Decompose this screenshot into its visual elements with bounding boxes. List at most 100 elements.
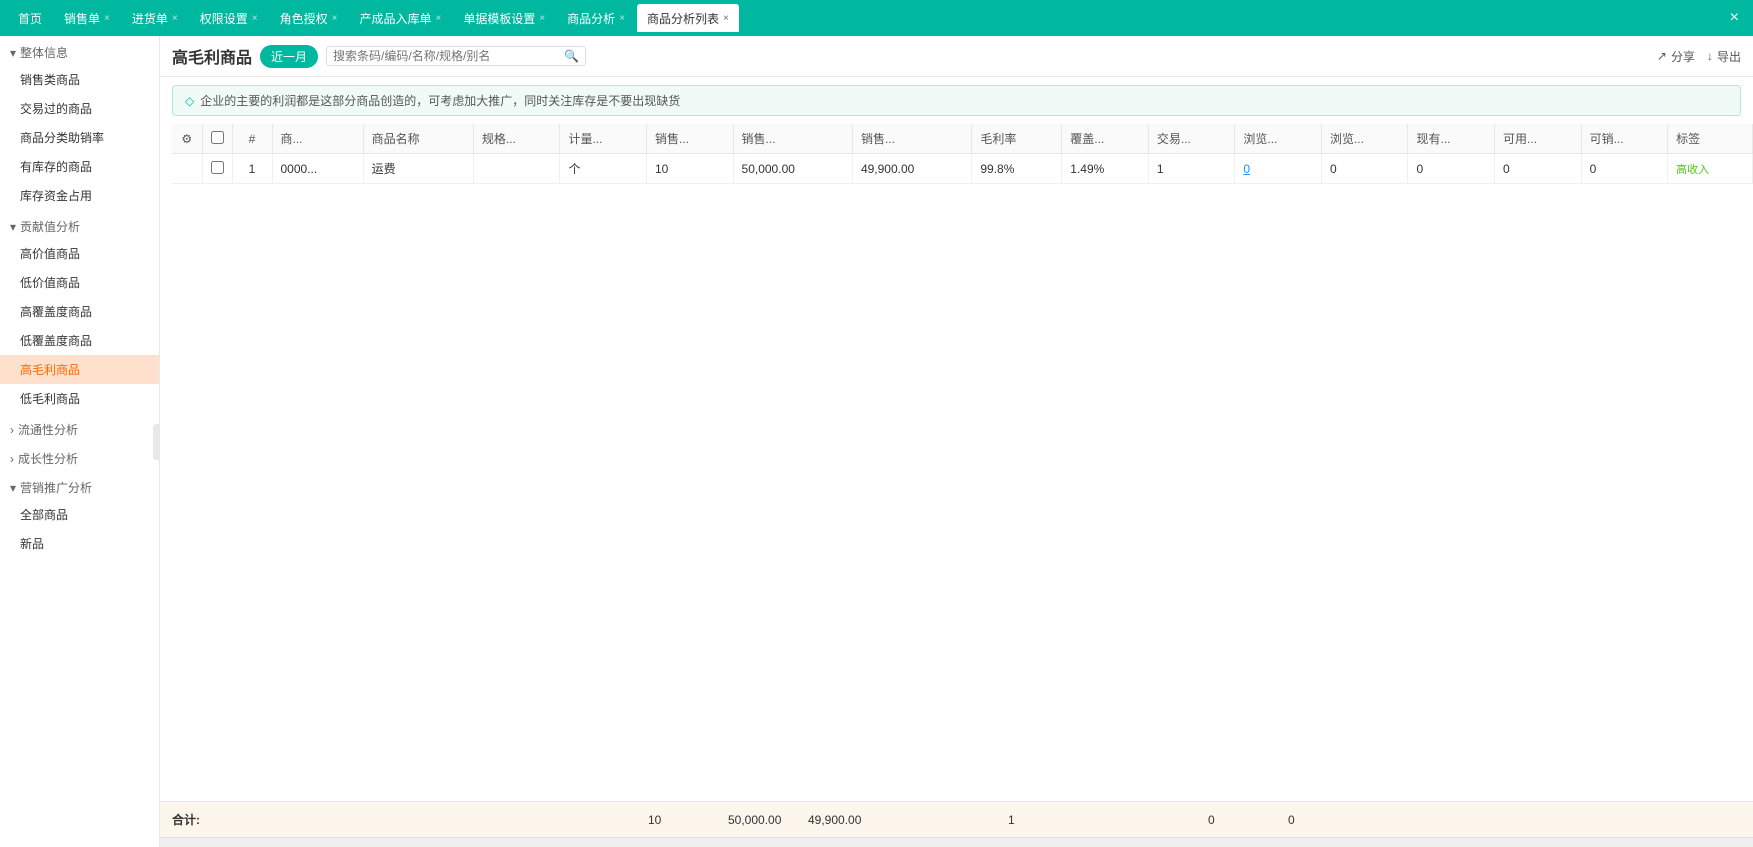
col-header-trade-count[interactable]: 交易... <box>1148 124 1235 154</box>
cell-views1[interactable]: 0 <box>1235 154 1322 184</box>
cell-checkbox <box>202 154 232 184</box>
content-area: 高毛利商品 近一月 🔍 ↗ 分享 ↓ 导出 ◇ 企业的主要的利润都是这部分商品创… <box>160 36 1753 847</box>
sidebar-item-high-value[interactable]: 高价值商品 <box>0 239 159 268</box>
sidebar-item-in-stock[interactable]: 有库存的商品 <box>0 152 159 181</box>
main-layout: 《 ▾ 整体信息 销售类商品 交易过的商品 商品分类助销率 有库存的商品 库存资… <box>0 36 1753 847</box>
table-container: ⚙ # 商... 商品名称 规格... <box>160 124 1753 801</box>
cell-saleable-stock: 0 <box>1581 154 1668 184</box>
nav-tab-sales[interactable]: 销售单 × <box>54 4 120 32</box>
col-header-views2[interactable]: 浏览... <box>1321 124 1408 154</box>
chevron-down-icon: ▾ <box>10 481 16 495</box>
share-button[interactable]: ↗ 分享 <box>1657 48 1695 65</box>
chevron-right-icon: › <box>10 452 14 466</box>
close-icon[interactable]: × <box>332 13 338 24</box>
footer-label: 合计: <box>172 811 200 828</box>
sidebar-collapse-button[interactable]: 《 <box>153 424 160 460</box>
footer-available-stock: 0 <box>1280 813 1360 827</box>
col-header-available-stock[interactable]: 可用... <box>1495 124 1582 154</box>
cell-sales-profit: 49,900.00 <box>852 154 971 184</box>
info-icon: ◇ <box>185 94 194 108</box>
nav-tab-product-in[interactable]: 产成品入库单 × <box>349 4 451 32</box>
nav-tab-purchase[interactable]: 进货单 × <box>122 4 188 32</box>
search-box: 🔍 <box>326 46 586 66</box>
col-header-coverage[interactable]: 覆盖... <box>1062 124 1149 154</box>
footer-total: 合计: 10 50,000.00 49,900.00 1 0 0 <box>160 801 1753 837</box>
col-header-spec[interactable]: 规格... <box>473 124 560 154</box>
sidebar-group-contribution[interactable]: ▾ 贡献值分析 <box>0 210 159 239</box>
close-all-button[interactable]: × <box>1724 9 1745 27</box>
col-header-unit[interactable]: 计量... <box>560 124 647 154</box>
footer-sales-profit: 49,900.00 <box>800 813 880 827</box>
nav-tab-product-analysis[interactable]: 商品分析 × <box>557 4 635 32</box>
nav-tab-home[interactable]: 首页 <box>8 4 52 32</box>
close-icon[interactable]: × <box>619 13 625 24</box>
col-header-sales-qty[interactable]: 销售... <box>646 124 733 154</box>
col-header-index: # <box>232 124 272 154</box>
sidebar-item-capital[interactable]: 库存资金占用 <box>0 181 159 210</box>
col-header-code[interactable]: 商... <box>272 124 363 154</box>
col-header-sales-profit[interactable]: 销售... <box>852 124 971 154</box>
sidebar-item-category-rate[interactable]: 商品分类助销率 <box>0 123 159 152</box>
footer-spacer4 <box>1140 813 1200 827</box>
col-header-saleable-stock[interactable]: 可销... <box>1581 124 1668 154</box>
col-header-checkbox[interactable] <box>202 124 232 154</box>
table-row: 1 0000... 运费 个 <box>172 154 1753 184</box>
sidebar-item-low-value[interactable]: 低价值商品 <box>0 268 159 297</box>
col-header-gross-margin[interactable]: 毛利率 <box>972 124 1062 154</box>
col-header-settings[interactable]: ⚙ <box>172 124 202 154</box>
cell-name: 运费 <box>363 154 473 184</box>
sidebar-item-high-margin[interactable]: 高毛利商品 <box>0 355 159 384</box>
top-nav: 首页 销售单 × 进货单 × 权限设置 × 角色授权 × 产成品入库单 × 单据… <box>0 0 1753 36</box>
nav-tab-template[interactable]: 单据模板设置 × <box>453 4 555 32</box>
close-icon[interactable]: × <box>252 13 258 24</box>
footer-sales-qty: 10 <box>640 813 720 827</box>
sidebar-item-high-coverage[interactable]: 高覆盖度商品 <box>0 297 159 326</box>
nav-tab-permission[interactable]: 权限设置 × <box>190 4 268 32</box>
sidebar-item-all-products[interactable]: 全部商品 <box>0 500 159 529</box>
header-actions: ↗ 分享 ↓ 导出 <box>1657 48 1741 65</box>
search-input[interactable] <box>333 49 564 63</box>
cell-available-stock: 0 <box>1495 154 1582 184</box>
row-checkbox[interactable] <box>211 161 224 174</box>
chevron-down-icon: ▾ <box>10 46 16 60</box>
chevron-down-icon: ▾ <box>10 220 16 234</box>
chevron-right-icon: › <box>10 423 14 437</box>
close-icon[interactable]: × <box>435 13 441 24</box>
sidebar-group-marketing[interactable]: ▾ 营销推广分析 <box>0 471 159 500</box>
close-icon[interactable]: × <box>172 13 178 24</box>
footer-spacer2 <box>940 813 1000 827</box>
col-header-sales-amount[interactable]: 销售... <box>733 124 852 154</box>
col-header-current-stock[interactable]: 现有... <box>1408 124 1495 154</box>
filter-recent-month-button[interactable]: 近一月 <box>260 45 318 68</box>
sidebar-group-liquidity[interactable]: › 流通性分析 <box>0 413 159 442</box>
sidebar-item-new-products[interactable]: 新品 <box>0 529 159 558</box>
close-icon[interactable]: × <box>539 13 545 24</box>
sidebar-item-sales-products[interactable]: 销售类商品 <box>0 65 159 94</box>
nav-tab-role[interactable]: 角色授权 × <box>270 4 348 32</box>
search-icon[interactable]: 🔍 <box>564 49 579 63</box>
cell-unit: 个 <box>560 154 647 184</box>
cell-views2: 0 <box>1321 154 1408 184</box>
sidebar-item-low-coverage[interactable]: 低覆盖度商品 <box>0 326 159 355</box>
cell-tag: 高收入 <box>1668 154 1753 184</box>
sidebar-group-overview[interactable]: ▾ 整体信息 <box>0 36 159 65</box>
page-title: 高毛利商品 <box>172 44 252 68</box>
cell-coverage: 1.49% <box>1062 154 1149 184</box>
footer-spacer3 <box>1080 813 1140 827</box>
sidebar-item-traded-products[interactable]: 交易过的商品 <box>0 94 159 123</box>
close-icon[interactable]: × <box>723 13 729 24</box>
footer-trade-count: 1 <box>1000 813 1080 827</box>
select-all-checkbox[interactable] <box>211 131 224 144</box>
nav-tab-product-analysis-list[interactable]: 商品分析列表 × <box>637 4 739 32</box>
content-header: 高毛利商品 近一月 🔍 ↗ 分享 ↓ 导出 <box>160 36 1753 77</box>
export-button[interactable]: ↓ 导出 <box>1707 48 1741 65</box>
close-icon[interactable]: × <box>104 13 110 24</box>
col-header-name[interactable]: 商品名称 <box>363 124 473 154</box>
info-banner: ◇ 企业的主要的利润都是这部分商品创造的，可考虑加大推广，同时关注库存是不要出现… <box>172 85 1741 116</box>
sidebar-item-low-margin[interactable]: 低毛利商品 <box>0 384 159 413</box>
col-header-tag: 标签 <box>1668 124 1753 154</box>
col-header-views1[interactable]: 浏览... <box>1235 124 1322 154</box>
horizontal-scrollbar[interactable] <box>160 837 1753 847</box>
sidebar-group-growth[interactable]: › 成长性分析 <box>0 442 159 471</box>
footer-current-stock: 0 <box>1200 813 1280 827</box>
